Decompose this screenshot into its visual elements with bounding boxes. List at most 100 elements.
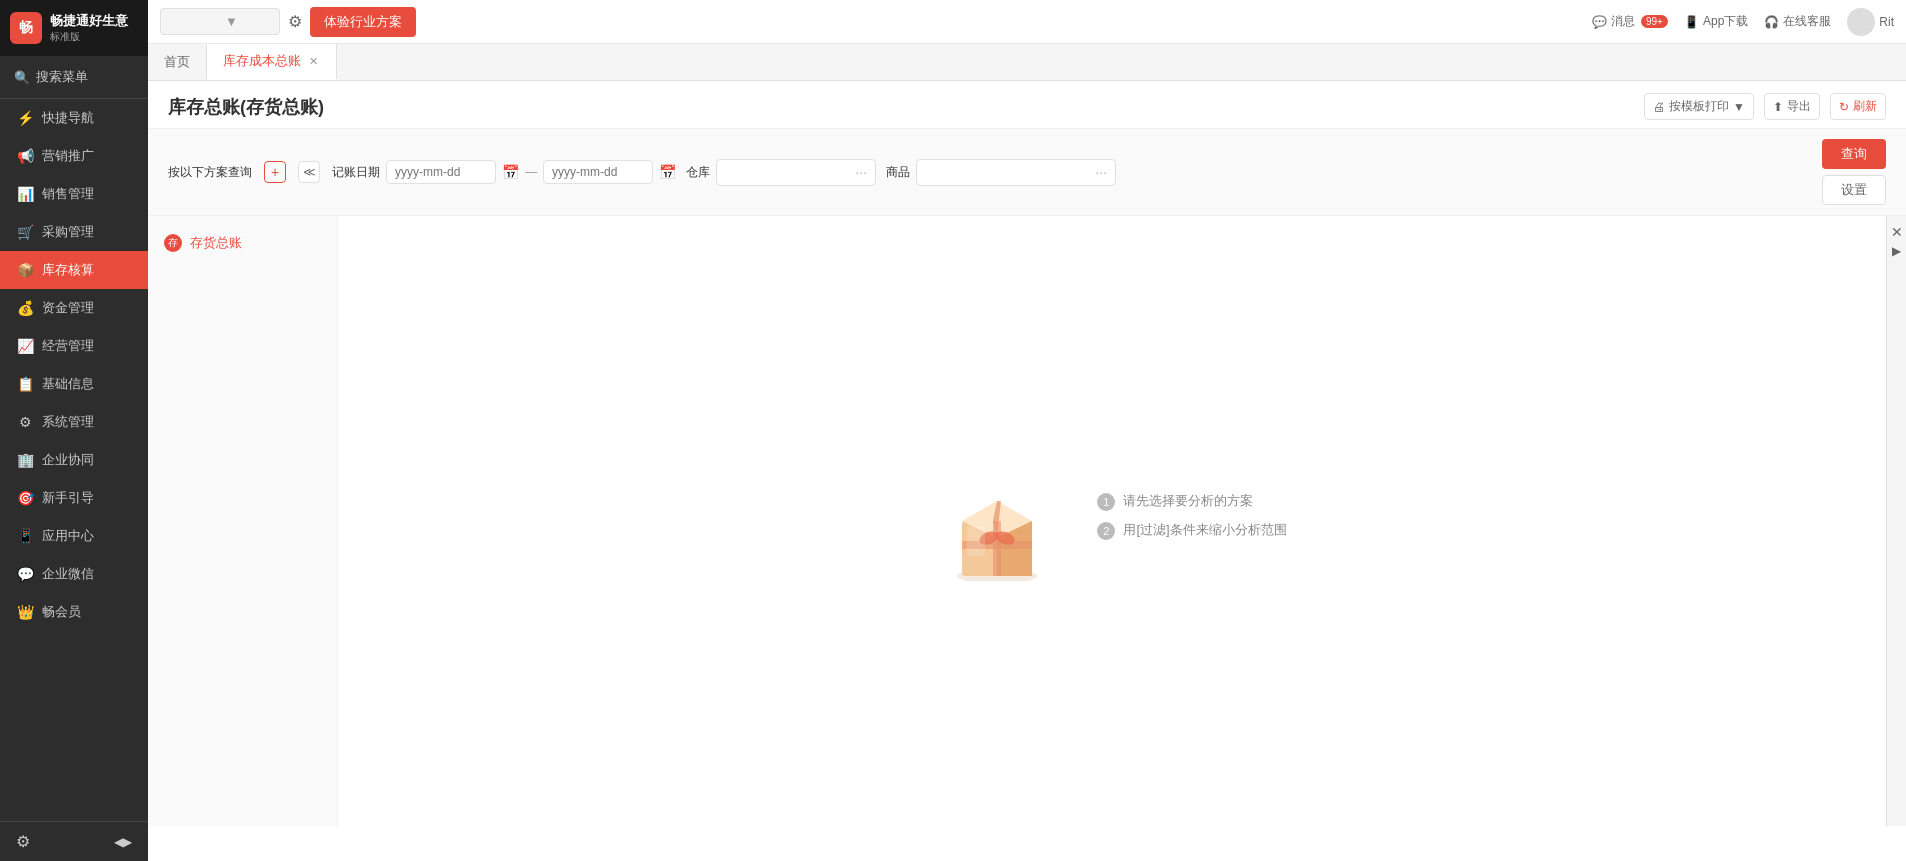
topbar-right: 💬 消息 99+ 📱 App下载 🎧 在线客服 Rit xyxy=(1592,8,1894,36)
settings-button[interactable]: 设置 xyxy=(1822,175,1886,205)
scheme-item-stock-ledger[interactable]: 存 存货总账 xyxy=(148,226,337,260)
guide-icon: 🎯 xyxy=(16,490,34,506)
message-badge: 99+ xyxy=(1641,15,1668,28)
page-actions: 🖨 按模板打印 ▼ ⬆ 导出 ↻ 刷新 xyxy=(1644,93,1886,120)
sales-icon: 📊 xyxy=(16,186,34,202)
search-icon: 🔍 xyxy=(14,70,30,85)
collapse-icon[interactable]: ◀▶ xyxy=(114,835,132,849)
settings-icon-topbar[interactable]: ⚙ xyxy=(288,12,302,31)
sidebar-item-label: 资金管理 xyxy=(42,299,94,317)
date-to-calendar-icon[interactable]: 📅 xyxy=(659,164,676,180)
export-icon: ⬆ xyxy=(1773,100,1783,114)
sidebar-item-appstore[interactable]: 📱 应用中心 xyxy=(0,517,148,555)
tab-home[interactable]: 首页 xyxy=(148,45,207,79)
message-label: 消息 xyxy=(1611,13,1635,30)
print-dropdown-icon[interactable]: ▼ xyxy=(1733,100,1745,114)
sidebar-nav: ⚡ 快捷导航 📢 营销推广 📊 销售管理 🛒 采购管理 📦 库存核算 💰 资金管… xyxy=(0,99,148,821)
message-icon: 💬 xyxy=(1592,15,1607,29)
query-button[interactable]: 查询 xyxy=(1822,139,1886,169)
online-support-label: 在线客服 xyxy=(1783,13,1831,30)
app-download-icon: 📱 xyxy=(1684,15,1699,29)
date-from-calendar-icon[interactable]: 📅 xyxy=(502,164,519,180)
scheme-panel: 存 存货总账 xyxy=(148,216,1906,826)
version-label: 标准版 xyxy=(50,30,128,44)
scheme-item-label: 存货总账 xyxy=(190,234,242,252)
export-button[interactable]: ⬆ 导出 xyxy=(1764,93,1820,120)
sidebar-item-label: 企业协同 xyxy=(42,451,94,469)
enterprise-icon: 🏢 xyxy=(16,452,34,468)
empty-illustration xyxy=(937,461,1057,581)
sidebar-footer: ⚙ ◀▶ xyxy=(0,821,148,861)
sidebar-search-area[interactable]: 🔍 搜索菜单 xyxy=(0,56,148,99)
right-close-icon[interactable]: ✕ xyxy=(1891,224,1903,240)
sidebar-item-basic[interactable]: 📋 基础信息 xyxy=(0,365,148,403)
filter-add-button[interactable]: + xyxy=(264,161,286,183)
logo-text: 畅捷通好生意 标准版 xyxy=(50,12,128,44)
empty-state: 1 请先选择要分析的方案 2 用[过滤]条件来缩小分析范围 xyxy=(338,216,1886,826)
finance-icon: 💰 xyxy=(16,300,34,316)
empty-box-svg xyxy=(937,461,1057,581)
sidebar-item-label: 快捷导航 xyxy=(42,109,94,127)
inventory-icon: 📦 xyxy=(16,262,34,278)
sidebar-item-finance[interactable]: 💰 资金管理 xyxy=(0,289,148,327)
warehouse-select[interactable]: ··· xyxy=(716,159,876,186)
sidebar-item-system[interactable]: ⚙ 系统管理 xyxy=(0,403,148,441)
message-button[interactable]: 💬 消息 99+ xyxy=(1592,13,1668,30)
filter-collapse-button[interactable]: ≪ xyxy=(298,161,320,183)
industry-solution-button[interactable]: 体验行业方案 xyxy=(310,7,416,37)
warehouse-placeholder xyxy=(725,164,761,181)
purchase-icon: 🛒 xyxy=(16,224,34,240)
product-field: 商品 ··· xyxy=(886,159,1116,186)
sidebar-item-marketing[interactable]: 📢 营销推广 xyxy=(0,137,148,175)
tab-inventory-ledger-label: 库存成本总账 xyxy=(223,52,301,70)
date-range-field: 记账日期 📅 — 📅 xyxy=(332,160,676,184)
sidebar-item-sales[interactable]: 📊 销售管理 xyxy=(0,175,148,213)
product-more-icon[interactable]: ··· xyxy=(1095,164,1107,180)
sidebar-item-wechat[interactable]: 💬 企业微信 xyxy=(0,555,148,593)
basic-icon: 📋 xyxy=(16,376,34,392)
empty-hint-2: 2 用[过滤]条件来缩小分析范围 xyxy=(1097,521,1286,540)
hint-text-1: 请先选择要分析的方案 xyxy=(1123,492,1253,510)
hint-text-2: 用[过滤]条件来缩小分析范围 xyxy=(1123,521,1286,539)
sidebar: 畅 畅捷通好生意 标准版 🔍 搜索菜单 ⚡ 快捷导航 📢 营销推广 📊 销售管理… xyxy=(0,0,148,861)
vip-icon: 👑 xyxy=(16,604,34,620)
tab-close-icon[interactable]: ✕ xyxy=(307,53,320,70)
sidebar-item-quick-nav[interactable]: ⚡ 快捷导航 xyxy=(0,99,148,137)
sidebar-item-purchase[interactable]: 🛒 采购管理 xyxy=(0,213,148,251)
warehouse-label: 仓库 xyxy=(686,164,710,181)
user-profile[interactable]: Rit xyxy=(1847,8,1894,36)
hint-num-1: 1 xyxy=(1097,493,1115,511)
marketing-icon: 📢 xyxy=(16,148,34,164)
system-icon: ⚙ xyxy=(16,414,34,430)
scheme-sidebar: 存 存货总账 xyxy=(148,216,338,826)
right-expand-icon[interactable]: ▶ xyxy=(1892,244,1901,258)
sidebar-item-label: 采购管理 xyxy=(42,223,94,241)
sidebar-item-label: 应用中心 xyxy=(42,527,94,545)
warehouse-field: 仓库 ··· xyxy=(686,159,876,186)
app-download-button[interactable]: 📱 App下载 xyxy=(1684,13,1748,30)
settings-icon[interactable]: ⚙ xyxy=(16,832,30,851)
online-support-button[interactable]: 🎧 在线客服 xyxy=(1764,13,1831,30)
sidebar-item-enterprise[interactable]: 🏢 企业协同 xyxy=(0,441,148,479)
sidebar-item-inventory[interactable]: 📦 库存核算 xyxy=(0,251,148,289)
product-select[interactable]: ··· xyxy=(916,159,1116,186)
tab-inventory-ledger[interactable]: 库存成本总账 ✕ xyxy=(207,44,337,80)
warehouse-more-icon[interactable]: ··· xyxy=(855,164,867,180)
topbar-left: ▼ ⚙ 体验行业方案 xyxy=(160,7,1582,37)
refresh-button[interactable]: ↻ 刷新 xyxy=(1830,93,1886,120)
product-placeholder xyxy=(925,164,973,181)
sidebar-item-operation[interactable]: 📈 经营管理 xyxy=(0,327,148,365)
print-template-button[interactable]: 🖨 按模板打印 ▼ xyxy=(1644,93,1754,120)
avatar xyxy=(1847,8,1875,36)
support-icon: 🎧 xyxy=(1764,15,1779,29)
filter-label: 按以下方案查询 xyxy=(168,164,252,181)
sidebar-item-guide[interactable]: 🎯 新手引导 xyxy=(0,479,148,517)
sidebar-item-label: 经营管理 xyxy=(42,337,94,355)
search-menu-button[interactable]: 🔍 搜索菜单 xyxy=(10,64,138,90)
refresh-label: 刷新 xyxy=(1853,98,1877,115)
breadcrumb[interactable]: ▼ xyxy=(160,8,280,35)
breadcrumb-dropdown-icon[interactable]: ▼ xyxy=(225,14,238,29)
date-from-input[interactable] xyxy=(386,160,496,184)
date-to-input[interactable] xyxy=(543,160,653,184)
sidebar-item-vip[interactable]: 👑 畅会员 xyxy=(0,593,148,631)
